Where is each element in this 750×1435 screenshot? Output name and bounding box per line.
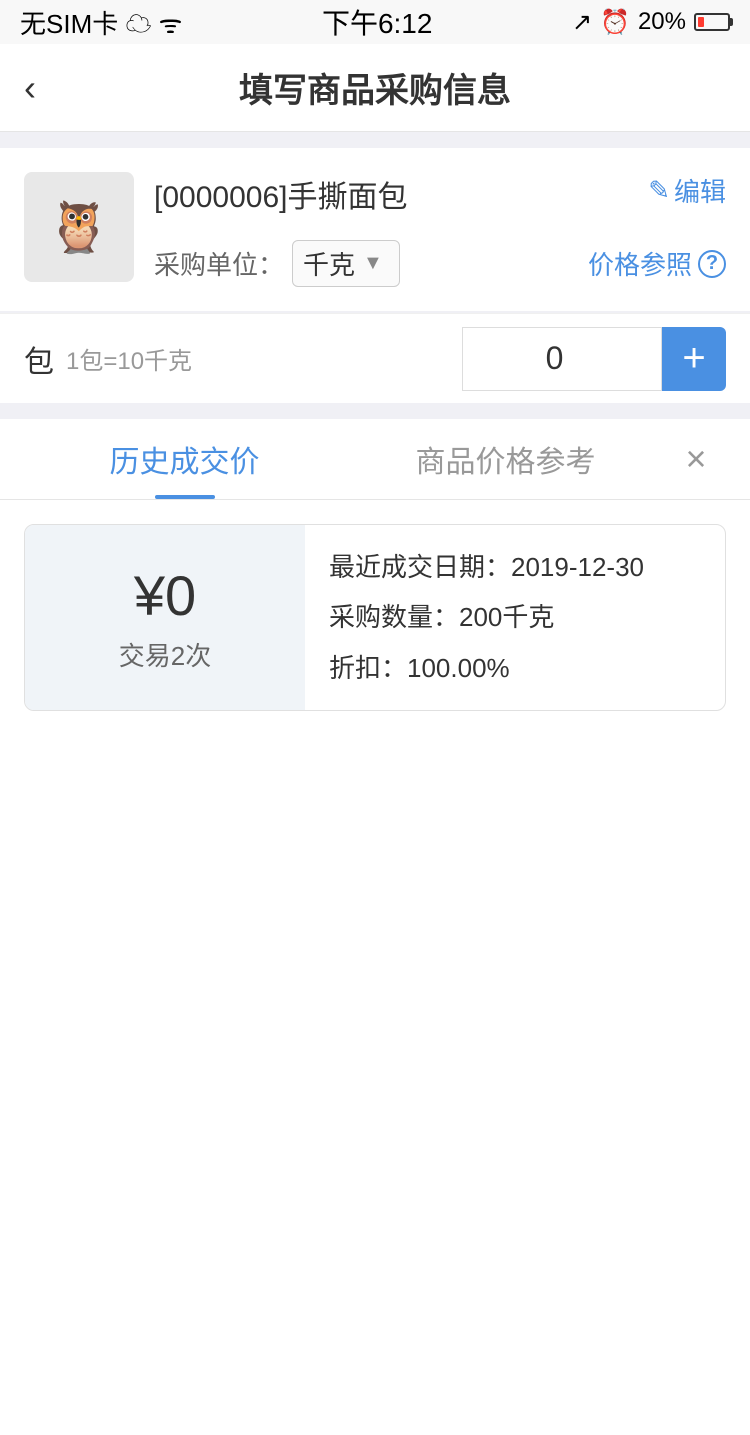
purchase-quantity-label: 采购数量： bbox=[329, 602, 459, 632]
edit-button[interactable]: ✎ 编辑 bbox=[648, 172, 726, 209]
tab-content: ¥0 交易2次 最近成交日期：2019-12-30 采购数量：200千克 折扣：… bbox=[0, 500, 750, 735]
tabs-header: 历史成交价 商品价格参考 × bbox=[0, 419, 750, 500]
discount-row: 折扣：100.00% bbox=[329, 650, 701, 686]
status-right: ↗ ⏰ 20% bbox=[572, 8, 730, 37]
tab-price-reference[interactable]: 商品价格参考 bbox=[345, 419, 666, 499]
product-image: 🦉 bbox=[48, 198, 110, 257]
main-content-area bbox=[0, 735, 750, 1435]
discount-value: 100.00% bbox=[407, 653, 510, 683]
quantity-plus-button[interactable]: + bbox=[662, 327, 726, 391]
status-bar: 无SIM卡 ☁ ᯤ 下午6:12 ↗ ⏰ 20% bbox=[0, 0, 750, 44]
quantity-unit-info: 包 1包=10千克 bbox=[24, 337, 192, 381]
product-thumbnail: 🦉 bbox=[24, 172, 134, 282]
quantity-input[interactable] bbox=[462, 327, 662, 391]
purchase-quantity-value: 200千克 bbox=[459, 602, 554, 632]
status-time: 下午6:12 bbox=[322, 2, 433, 42]
price-history-card: ¥0 交易2次 最近成交日期：2019-12-30 采购数量：200千克 折扣：… bbox=[24, 524, 726, 711]
help-icon: ? bbox=[698, 250, 726, 278]
tab-history-label: 历史成交价 bbox=[110, 437, 260, 481]
quantity-section: 包 1包=10千克 + bbox=[0, 313, 750, 403]
unit-badge: 包 bbox=[24, 337, 54, 381]
price-ref-button[interactable]: 价格参照 ? bbox=[588, 245, 726, 282]
location-icon: ↗ bbox=[572, 8, 592, 37]
recent-date-row: 最近成交日期：2019-12-30 bbox=[329, 549, 701, 585]
status-left: 无SIM卡 ☁ ᯤ bbox=[20, 4, 182, 41]
recent-date-value: 2019-12-30 bbox=[511, 552, 644, 582]
tab-history-price[interactable]: 历史成交价 bbox=[24, 419, 345, 499]
tabs-container: 历史成交价 商品价格参考 × ¥0 交易2次 最近成交日期：2019-12-30… bbox=[0, 419, 750, 735]
edit-icon: ✎ bbox=[648, 175, 670, 206]
alarm-icon: ⏰ bbox=[600, 8, 630, 37]
nav-bar: ‹ 填写商品采购信息 bbox=[0, 44, 750, 132]
unit-conversion: 1包=10千克 bbox=[66, 341, 192, 376]
carrier-text: 无SIM卡 ☁ ᯤ bbox=[20, 4, 182, 41]
page-title: 填写商品采购信息 bbox=[239, 63, 511, 112]
product-info: [0000006]手撕面包 ✎ 编辑 采购单位： 千克 ▼ 价格参照 ? bbox=[154, 172, 726, 287]
product-name: [0000006]手撕面包 bbox=[154, 172, 648, 216]
dropdown-arrow-icon: ▼ bbox=[363, 252, 383, 275]
purchase-quantity-row: 采购数量：200千克 bbox=[329, 599, 701, 635]
price-history-left: ¥0 交易2次 bbox=[25, 525, 305, 710]
battery-icon bbox=[694, 13, 730, 31]
unit-label: 采购单位： bbox=[154, 245, 284, 282]
unit-value: 千克 bbox=[303, 245, 355, 282]
tab-price-ref-label: 商品价格参考 bbox=[416, 437, 596, 481]
back-button[interactable]: ‹ bbox=[24, 67, 36, 109]
edit-label: 编辑 bbox=[674, 172, 726, 209]
product-card: 🦉 [0000006]手撕面包 ✎ 编辑 采购单位： 千克 ▼ 价格参照 ? bbox=[0, 148, 750, 311]
unit-selector-group: 采购单位： 千克 ▼ bbox=[154, 240, 400, 287]
battery-percent: 20% bbox=[638, 8, 686, 36]
unit-select[interactable]: 千克 ▼ bbox=[292, 240, 400, 287]
price-transactions: 交易2次 bbox=[119, 636, 211, 673]
price-ref-label: 价格参照 bbox=[588, 245, 692, 282]
tabs-close-button[interactable]: × bbox=[666, 419, 726, 499]
product-unit-row: 采购单位： 千克 ▼ 价格参照 ? bbox=[154, 240, 726, 287]
quantity-controls: + bbox=[462, 327, 726, 391]
product-header: [0000006]手撕面包 ✎ 编辑 bbox=[154, 172, 726, 216]
recent-date-label: 最近成交日期： bbox=[329, 552, 511, 582]
discount-label: 折扣： bbox=[329, 653, 407, 683]
tab-active-indicator bbox=[155, 495, 215, 499]
price-history-right: 最近成交日期：2019-12-30 采购数量：200千克 折扣：100.00% bbox=[305, 525, 725, 710]
price-amount: ¥0 bbox=[134, 563, 196, 628]
